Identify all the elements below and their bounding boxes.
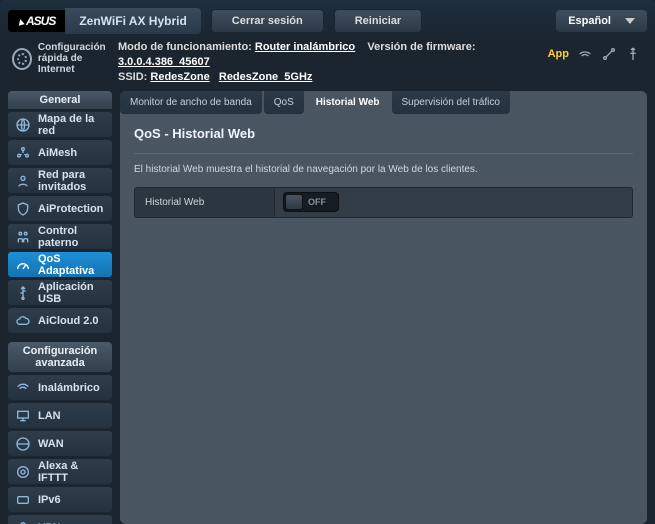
status-icons: App: [548, 40, 647, 62]
reboot-button[interactable]: Reiniciar: [334, 9, 422, 33]
guest-icon: [14, 172, 32, 190]
setting-label: Historial Web: [135, 190, 275, 215]
sidebar-item-label: AiCloud 2.0: [38, 315, 99, 327]
sidebar-item-label: QoS Adaptativa: [38, 253, 106, 277]
sidebar-item-label: IPv6: [38, 494, 61, 506]
sidebar-item-aiprotection[interactable]: AiProtection: [8, 196, 112, 221]
mode-value-link[interactable]: Router inalámbrico: [255, 41, 355, 53]
sidebar-item-usb-app[interactable]: Aplicación USB: [8, 280, 112, 305]
sidebar-item-lan[interactable]: LAN: [8, 403, 112, 428]
chevron-down-icon: [625, 18, 635, 24]
logout-button[interactable]: Cerrar sesión: [211, 9, 324, 33]
sidebar: General Mapa de la red AiMesh Red para i…: [8, 91, 112, 524]
ssid-2-link[interactable]: RedesZone_5GHz: [219, 71, 313, 83]
shield-icon: [14, 200, 32, 218]
sidebar-item-label: WAN: [38, 438, 64, 450]
ipv6-icon: [14, 491, 32, 509]
sidebar-item-aicloud[interactable]: AiCloud 2.0: [8, 308, 112, 333]
tab-qos[interactable]: QoS: [264, 91, 304, 114]
voice-icon: [14, 463, 32, 481]
setting-row-web-history: Historial Web OFF: [134, 187, 633, 218]
gear-icon: [12, 48, 32, 70]
top-bar: ASUS ZenWiFi AX Hybrid Cerrar sesión Rei…: [8, 6, 647, 36]
sidebar-item-label: Alexa & IFTTT: [38, 460, 106, 484]
toggle-knob: [285, 194, 303, 210]
sidebar-item-label: Red para invitados: [38, 169, 106, 193]
router-info: Modo de funcionamiento: Router inalámbri…: [112, 40, 548, 85]
sidebar-item-aimesh[interactable]: AiMesh: [8, 140, 112, 165]
wan-icon: [14, 435, 32, 453]
info-bar: Configuración rápida de Internet Modo de…: [8, 36, 647, 91]
firmware-value-link[interactable]: 3.0.0.4.386_45607: [118, 56, 210, 68]
sidebar-item-label: Aplicación USB: [38, 281, 106, 305]
mode-label: Modo de funcionamiento:: [118, 41, 252, 53]
app-link[interactable]: App: [548, 48, 569, 60]
lan-icon: [14, 407, 32, 425]
cloud-icon: [14, 312, 32, 330]
sidebar-item-label: AiProtection: [38, 203, 103, 215]
globe-icon: [14, 116, 32, 134]
quick-internet-setup[interactable]: Configuración rápida de Internet: [8, 40, 112, 75]
sidebar-item-wireless[interactable]: Inalámbrico: [8, 375, 112, 400]
family-icon: [14, 228, 32, 246]
ssid-1-link[interactable]: RedesZone: [150, 71, 209, 83]
sidebar-item-adaptive-qos[interactable]: QoS Adaptativa: [8, 252, 112, 277]
sidebar-item-wan[interactable]: WAN: [8, 431, 112, 456]
quick-config-line2: rápida de Internet: [38, 53, 112, 75]
tab-traffic-analyzer[interactable]: Supervisión del tráfico: [392, 91, 510, 114]
sidebar-section-advanced: Configuración avanzada: [8, 342, 112, 372]
product-name: ZenWiFi AX Hybrid: [65, 8, 200, 34]
mesh-icon: [14, 144, 32, 162]
sidebar-item-parental-control[interactable]: Control paterno: [8, 224, 112, 249]
sidebar-section-general: General: [8, 91, 112, 109]
tab-web-history[interactable]: Historial Web: [306, 91, 390, 114]
sidebar-item-network-map[interactable]: Mapa de la red: [8, 112, 112, 137]
sidebar-item-ipv6[interactable]: IPv6: [8, 487, 112, 512]
sidebar-item-label: LAN: [38, 410, 61, 422]
sidebar-item-label: Mapa de la red: [38, 113, 106, 137]
sidebar-item-alexa-ifttt[interactable]: Alexa & IFTTT: [8, 459, 112, 484]
sidebar-item-label: Inalámbrico: [38, 382, 100, 394]
quick-config-line1: Configuración: [38, 42, 112, 53]
language-selector[interactable]: Español: [556, 10, 647, 32]
panel-title: QoS - Historial Web: [134, 126, 633, 154]
usb-icon: [14, 284, 32, 302]
panel-description: El historial Web muestra el historial de…: [134, 154, 633, 187]
wifi-icon: [14, 379, 32, 397]
vpn-icon: [14, 519, 32, 524]
meter-icon: [14, 256, 32, 274]
usb-icon[interactable]: [625, 46, 641, 62]
sidebar-item-label: AiMesh: [38, 147, 77, 159]
firmware-label: Versión de firmware:: [367, 41, 475, 53]
content-panel: Monitor de ancho de banda QoS Historial …: [120, 91, 647, 524]
wifi-icon[interactable]: [577, 46, 593, 62]
sidebar-item-label: Control paterno: [38, 225, 106, 249]
network-icon[interactable]: [601, 46, 617, 62]
ssid-label: SSID:: [118, 71, 147, 83]
brand-logo: ASUS: [8, 10, 65, 32]
toggle-state: OFF: [304, 197, 326, 207]
tab-bandwidth-monitor[interactable]: Monitor de ancho de banda: [120, 91, 262, 114]
web-history-toggle[interactable]: OFF: [283, 192, 339, 212]
sidebar-item-guest-network[interactable]: Red para invitados: [8, 168, 112, 193]
language-label: Español: [568, 15, 611, 27]
tab-bar: Monitor de ancho de banda QoS Historial …: [120, 91, 647, 114]
sidebar-item-vpn[interactable]: VPN: [8, 515, 112, 524]
